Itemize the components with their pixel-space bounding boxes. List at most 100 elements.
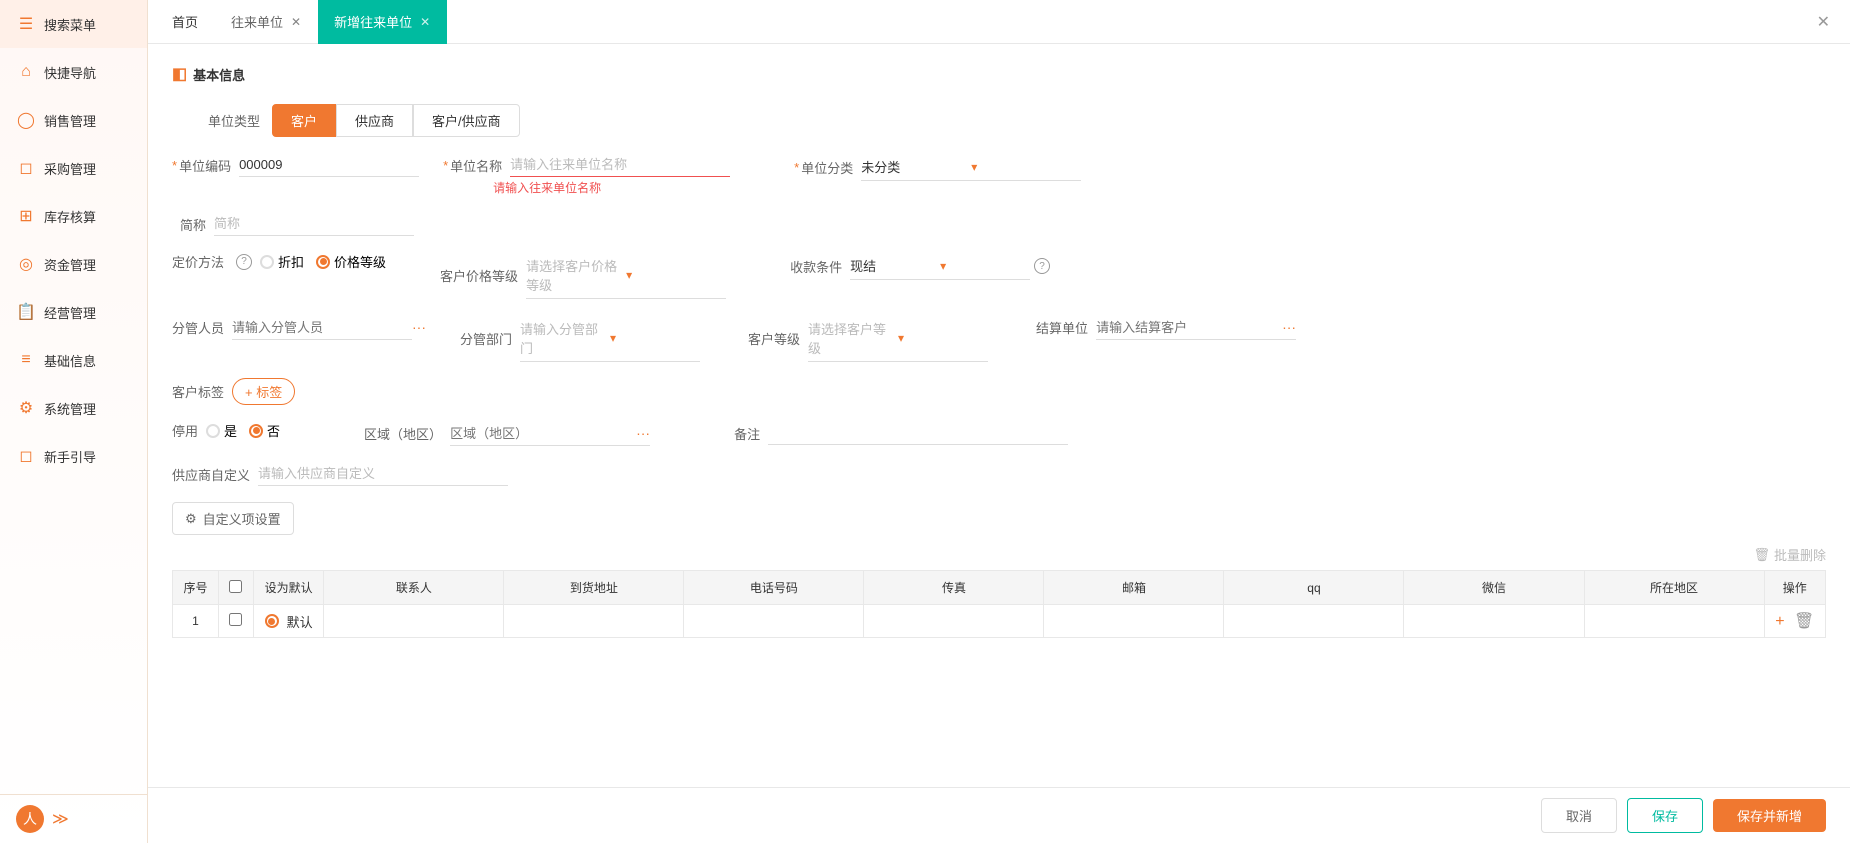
- customer-price-level-dropdown[interactable]: 请选择客户价格等级 ▾: [526, 252, 726, 299]
- unit-category-dropdown[interactable]: 未分类 ▾: [861, 153, 1081, 181]
- payment-terms-dropdown[interactable]: 现结 ▾: [850, 252, 1030, 280]
- field-supplier-custom: 供应商自定义: [172, 462, 508, 486]
- unit-btn-both[interactable]: 客户/供应商: [413, 104, 520, 137]
- required-star-cat: *: [794, 160, 799, 175]
- unit-category-arrow[interactable]: ▾: [971, 160, 1081, 174]
- field-unit-code: * 单位编码: [172, 153, 419, 177]
- sidebar-item-purchase[interactable]: ◻ 采购管理: [0, 144, 147, 192]
- contact-input[interactable]: [334, 614, 493, 628]
- address-input[interactable]: [514, 614, 673, 628]
- basic-info-icon: ≡: [16, 350, 36, 370]
- sidebar-expand-btn[interactable]: ≫: [52, 809, 69, 829]
- region-input[interactable]: [450, 426, 632, 441]
- sidebar-item-label: 销售管理: [44, 111, 96, 130]
- short-name-input[interactable]: [214, 212, 414, 236]
- select-all-checkbox[interactable]: [229, 580, 242, 593]
- pricing-method-label: 定价方法: [172, 252, 232, 271]
- fax-input[interactable]: [874, 614, 1033, 628]
- sidebar-item-sales[interactable]: ◯ 销售管理: [0, 96, 147, 144]
- th-address: 到货地址: [504, 571, 684, 605]
- pricing-help-icon[interactable]: ?: [236, 254, 252, 270]
- th-phone: 电话号码: [684, 571, 864, 605]
- manager-input[interactable]: [232, 320, 408, 335]
- pricing-price-level-label: 价格等级: [334, 252, 386, 271]
- th-default: 设为默认: [253, 571, 324, 605]
- settlement-unit-wrap: ···: [1096, 315, 1296, 340]
- sidebar-item-finance[interactable]: ◎ 资金管理: [0, 240, 147, 288]
- wechat-input[interactable]: [1414, 614, 1573, 628]
- sidebar-item-operations[interactable]: 📋 经营管理: [0, 288, 147, 336]
- sidebar-item-guide[interactable]: ◻ 新手引导: [0, 432, 147, 480]
- manager-dots-btn[interactable]: ···: [408, 319, 426, 335]
- customer-level-arrow[interactable]: ▾: [898, 331, 988, 345]
- customer-level-dropdown[interactable]: 请选择客户等级 ▾: [808, 315, 988, 362]
- payment-terms-arrow[interactable]: ▾: [940, 259, 1030, 273]
- sidebar-item-basic-info[interactable]: ≡ 基础信息: [0, 336, 147, 384]
- supplier-custom-input[interactable]: [258, 462, 508, 486]
- close-all-tabs-btn[interactable]: ✕: [1805, 12, 1842, 32]
- pricing-radio-discount[interactable]: 折扣: [260, 252, 304, 271]
- email-input[interactable]: [1054, 614, 1213, 628]
- region-input-wrap: ···: [450, 421, 650, 446]
- radio-yes-circle: [206, 424, 220, 438]
- pricing-radio-group: 折扣 价格等级: [260, 252, 386, 271]
- unit-name-input[interactable]: [510, 153, 730, 177]
- payment-terms-label: 收款条件: [790, 257, 850, 276]
- field-customer-level: 客户等级 请选择客户等级 ▾: [748, 315, 988, 362]
- section-title-text: 基本信息: [193, 65, 245, 84]
- row-check: [219, 605, 254, 638]
- settlement-unit-input[interactable]: [1096, 320, 1278, 335]
- unit-type-buttons: 客户 供应商 客户/供应商: [272, 104, 520, 137]
- sidebar-item-system[interactable]: ⚙ 系统管理: [0, 384, 147, 432]
- customer-price-arrow[interactable]: ▾: [626, 268, 726, 282]
- field-disabled: 停用 是 否: [172, 421, 280, 440]
- batch-delete-btn[interactable]: 🗑 批量删除: [1753, 545, 1826, 564]
- customer-level-placeholder: 请选择客户等级: [808, 319, 898, 357]
- pricing-discount-label: 折扣: [278, 252, 304, 271]
- sidebar-item-inventory[interactable]: ⊞ 库存核算: [0, 192, 147, 240]
- add-tag-btn[interactable]: + 标签: [232, 378, 295, 405]
- cancel-button[interactable]: 取消: [1541, 798, 1617, 833]
- custom-settings-btn[interactable]: ⚙ 自定义项设置: [172, 502, 294, 535]
- field-settlement-unit: 结算单位 ···: [1036, 315, 1296, 340]
- unit-btn-supplier[interactable]: 供应商: [336, 104, 413, 137]
- quick-nav-icon: ⌂: [16, 62, 36, 82]
- region-dots-btn[interactable]: ···: [632, 425, 650, 441]
- qq-input[interactable]: [1234, 614, 1393, 628]
- department-dropdown[interactable]: 请输入分管部门 ▾: [520, 315, 700, 362]
- tab-contacts-close[interactable]: ✕: [291, 15, 301, 29]
- tab-home[interactable]: 首页: [156, 0, 215, 44]
- save-button[interactable]: 保存: [1627, 798, 1703, 833]
- unit-code-input[interactable]: [239, 153, 419, 177]
- pricing-radio-price-level[interactable]: 价格等级: [316, 252, 386, 271]
- phone-input[interactable]: [694, 614, 853, 628]
- row-region-input[interactable]: [1595, 614, 1754, 628]
- field-short-name: 简称: [172, 212, 414, 236]
- user-avatar[interactable]: 人: [16, 805, 44, 833]
- delete-row-btn[interactable]: 🗑: [1794, 613, 1814, 630]
- unit-btn-customer[interactable]: 客户: [272, 104, 336, 137]
- default-radio[interactable]: 默认: [264, 612, 314, 631]
- tab-new-contact[interactable]: 新增往来单位 ✕: [318, 0, 447, 44]
- tab-contacts[interactable]: 往来单位 ✕: [215, 0, 318, 44]
- row-checkbox[interactable]: [229, 613, 242, 626]
- sidebar-item-quick-nav[interactable]: ⌂ 快捷导航: [0, 48, 147, 96]
- sidebar-item-search[interactable]: ☰ 搜索菜单: [0, 0, 147, 48]
- section-title-icon: ◧: [172, 64, 187, 84]
- field-payment-terms: 收款条件 现结 ▾ ?: [790, 252, 1050, 280]
- payment-help-icon[interactable]: ?: [1034, 258, 1050, 274]
- disabled-yes-radio[interactable]: 是: [206, 421, 237, 440]
- save-and-new-button[interactable]: 保存并新增: [1713, 799, 1826, 832]
- notes-input[interactable]: [768, 421, 1068, 445]
- settlement-dots-btn[interactable]: ···: [1278, 319, 1296, 335]
- department-arrow[interactable]: ▾: [610, 331, 700, 345]
- sales-icon: ◯: [16, 110, 36, 130]
- add-row-btn[interactable]: +: [1775, 613, 1784, 630]
- sidebar-item-label: 搜索菜单: [44, 15, 96, 34]
- disabled-no-radio[interactable]: 否: [249, 421, 280, 440]
- inventory-icon: ⊞: [16, 206, 36, 226]
- short-name-label: 简称: [172, 215, 214, 234]
- tab-new-contact-close[interactable]: ✕: [420, 15, 430, 29]
- section-title-basic: ◧ 基本信息: [172, 64, 1826, 84]
- field-customer-tag: 客户标签 + 标签: [172, 378, 295, 405]
